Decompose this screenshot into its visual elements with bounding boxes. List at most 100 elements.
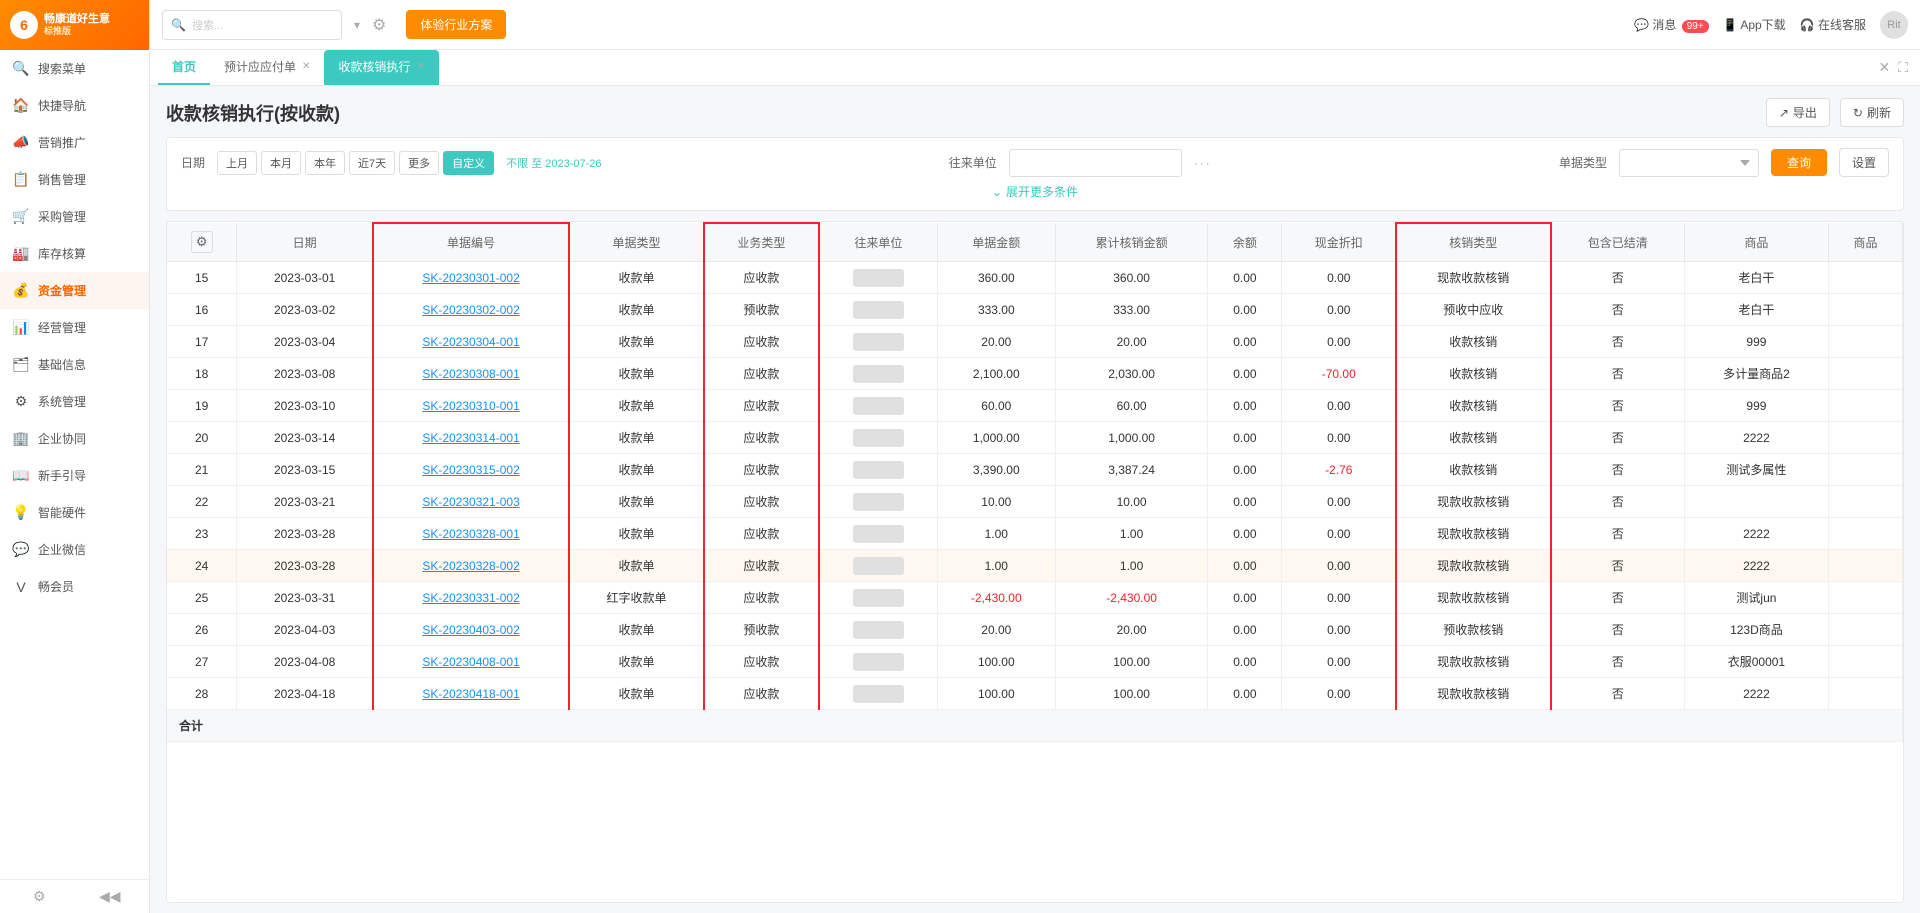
- col-header-date[interactable]: 日期: [237, 223, 373, 262]
- cell-canceltype: 现款收款核销: [1396, 646, 1550, 678]
- cell-canceltype: 收款核销: [1396, 358, 1550, 390]
- table-row: 19 2023-03-10 SK-20230310-001 收款单 应收款 60…: [167, 390, 1903, 422]
- sidebar-item-operations[interactable]: 📊经营管理: [0, 309, 149, 346]
- partner-filter-input[interactable]: [1009, 149, 1182, 177]
- cell-date: 2023-04-08: [237, 646, 373, 678]
- col-header-amount[interactable]: 单据金额: [937, 223, 1055, 262]
- col-header-vtype[interactable]: 单据类型: [569, 223, 704, 262]
- topbar: 🔍 搜索... ▾ ⚙ 体验行业方案 💬 消息 99+ 📱 App下载 🎧 在线…: [150, 0, 1920, 50]
- col-header-sno[interactable]: 单据编号: [373, 223, 569, 262]
- cell-sno: SK-20230314-001: [373, 422, 569, 454]
- query-btn[interactable]: 查询: [1771, 149, 1827, 176]
- sno-link[interactable]: SK-20230403-002: [422, 623, 519, 637]
- app-download-link[interactable]: 📱 App下载: [1723, 16, 1786, 33]
- sidebar-item-wechat[interactable]: 💬企业微信: [0, 531, 149, 568]
- date-btn-thismonth[interactable]: 本月: [261, 151, 301, 175]
- dropdown-arrow-icon[interactable]: ▾: [354, 18, 360, 32]
- cell-canceltype: 现款收款核销: [1396, 550, 1550, 582]
- col-header-settled[interactable]: 包含已结清: [1551, 223, 1685, 262]
- col-header-goods[interactable]: 商品: [1684, 223, 1828, 262]
- online-service-link[interactable]: 🎧 在线客服: [1800, 16, 1866, 33]
- sno-link[interactable]: SK-20230310-001: [422, 399, 519, 413]
- cell-goods: [1684, 486, 1828, 518]
- cell-amount: 2,100.00: [937, 358, 1055, 390]
- sno-link[interactable]: SK-20230418-001: [422, 687, 519, 701]
- cell-canceltype: 预收中应收: [1396, 294, 1550, 326]
- sidebar-item-finance[interactable]: 💰资金管理: [0, 272, 149, 309]
- cell-cumcancel: 60.00: [1055, 390, 1208, 422]
- partner-filter-label: 往来单位: [949, 154, 997, 171]
- sidebar-item-corp[interactable]: 🏢企业协同: [0, 420, 149, 457]
- sidebar-item-purchase[interactable]: 🛒采购管理: [0, 198, 149, 235]
- date-btn-thisyear[interactable]: 本年: [305, 151, 345, 175]
- cell-sno: SK-20230331-002: [373, 582, 569, 614]
- vtype-filter-select[interactable]: [1619, 149, 1759, 177]
- col-header-gear[interactable]: ⚙: [167, 223, 237, 262]
- sidebar-item-basic[interactable]: 🗂基础信息: [0, 346, 149, 383]
- cell-amount: 20.00: [937, 614, 1055, 646]
- cell-balance: 0.00: [1208, 518, 1282, 550]
- topbar-gear-icon[interactable]: ⚙: [368, 11, 390, 39]
- col-header-cumcancel[interactable]: 累计核销金额: [1055, 223, 1208, 262]
- sno-link[interactable]: SK-20230321-003: [422, 495, 519, 509]
- sno-link[interactable]: SK-20230314-001: [422, 431, 519, 445]
- cell-amount: 20.00: [937, 326, 1055, 358]
- cell-settled: 否: [1551, 358, 1685, 390]
- date-btn-7days[interactable]: 近7天: [349, 151, 395, 175]
- sno-link[interactable]: SK-20230331-002: [422, 591, 519, 605]
- sidebar-item-inventory[interactable]: 🏭库存核算: [0, 235, 149, 272]
- cell-settled: 否: [1551, 262, 1685, 294]
- message-badge: 99+: [1682, 20, 1709, 33]
- industry-solution-btn[interactable]: 体验行业方案: [406, 10, 506, 39]
- tab-receipt-exec-close-icon[interactable]: ✕: [416, 61, 424, 72]
- sidebar-item-marketing[interactable]: 📣营销推广: [0, 124, 149, 161]
- message-area[interactable]: 💬 消息 99+: [1634, 16, 1709, 33]
- sidebar-item-search[interactable]: 🔍搜索菜单: [0, 50, 149, 87]
- filter-more-dots[interactable]: ···: [1194, 156, 1212, 170]
- sno-link[interactable]: SK-20230301-002: [422, 271, 519, 285]
- sidebar-item-system[interactable]: ⚙系统管理: [0, 383, 149, 420]
- sidebar-item-sales[interactable]: 📋销售管理: [0, 161, 149, 198]
- sidebar-item-guide[interactable]: 📖新手引导: [0, 457, 149, 494]
- user-avatar[interactable]: Rit: [1880, 11, 1908, 39]
- col-header-cashdiscount[interactable]: 现金折扣: [1282, 223, 1396, 262]
- export-btn[interactable]: ↗ 导出: [1766, 98, 1830, 127]
- col-header-btype[interactable]: 业务类型: [704, 223, 819, 262]
- tab-home[interactable]: 首页: [158, 50, 210, 85]
- topbar-search-box[interactable]: 🔍 搜索...: [162, 10, 342, 40]
- sno-link[interactable]: SK-20230308-001: [422, 367, 519, 381]
- sidebar-item-member[interactable]: V畅会员: [0, 568, 149, 605]
- tab-prepay[interactable]: 预计应应付单 ✕: [210, 50, 324, 85]
- col-header-balance[interactable]: 余额: [1208, 223, 1282, 262]
- sno-link[interactable]: SK-20230408-001: [422, 655, 519, 669]
- col-header-goods2[interactable]: 商品: [1828, 223, 1902, 262]
- filter-setting-btn[interactable]: 设置: [1839, 148, 1889, 177]
- sidebar-settings-btn[interactable]: ⚙: [8, 888, 71, 905]
- cell-balance: 0.00: [1208, 422, 1282, 454]
- sidebar-item-hardware[interactable]: 💡智能硬件: [0, 494, 149, 531]
- refresh-icon: ↻: [1853, 106, 1863, 120]
- col-header-canceltype[interactable]: 核销类型: [1396, 223, 1550, 262]
- sno-link[interactable]: SK-20230304-001: [422, 335, 519, 349]
- tab-prepay-close-icon[interactable]: ✕: [302, 61, 310, 72]
- cell-no: 24: [167, 550, 237, 582]
- sno-link[interactable]: SK-20230328-001: [422, 527, 519, 541]
- sidebar-collapse-btn[interactable]: ◀◀: [79, 888, 142, 905]
- tab-close-all-icon[interactable]: ✕: [1878, 59, 1890, 76]
- tab-receipt-exec[interactable]: 收款核销执行 ✕: [324, 50, 438, 85]
- sidebar-item-quicknav[interactable]: 🏠快捷导航: [0, 87, 149, 124]
- expand-more-btn[interactable]: ⌄ 展开更多条件: [992, 183, 1078, 200]
- cell-settled: 否: [1551, 518, 1685, 550]
- sno-link[interactable]: SK-20230328-002: [422, 559, 519, 573]
- tab-maximize-icon[interactable]: ⛶: [1898, 59, 1908, 76]
- sno-link[interactable]: SK-20230302-002: [422, 303, 519, 317]
- col-header-partner[interactable]: 往来单位: [819, 223, 938, 262]
- refresh-btn[interactable]: ↻ 刷新: [1840, 98, 1904, 127]
- date-btn-more[interactable]: 更多: [399, 151, 439, 175]
- date-btn-lastmonth[interactable]: 上月: [217, 151, 257, 175]
- sno-link[interactable]: SK-20230315-002: [422, 463, 519, 477]
- table-gear-icon[interactable]: ⚙: [191, 231, 213, 253]
- date-btn-custom[interactable]: 自定义: [443, 151, 494, 175]
- cell-partner: [819, 294, 938, 326]
- cell-sno: SK-20230328-001: [373, 518, 569, 550]
